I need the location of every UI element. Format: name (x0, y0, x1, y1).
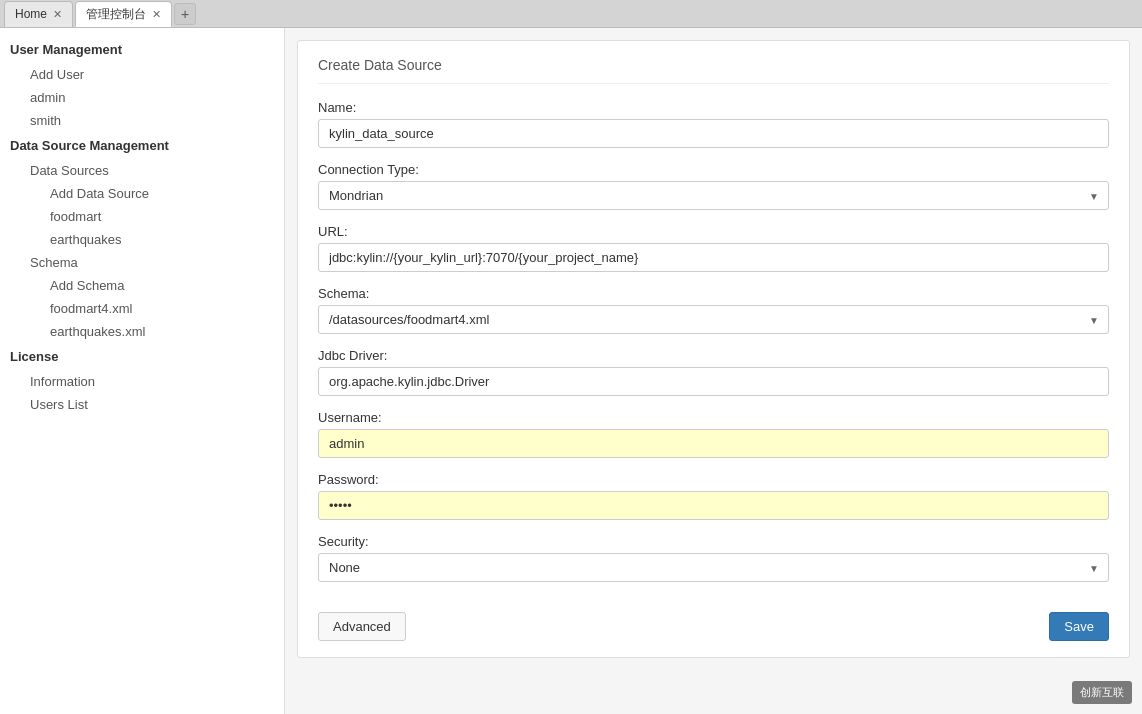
sidebar-item-earthquakes[interactable]: earthquakes (0, 228, 284, 251)
sidebar-item-foodmart4-xml[interactable]: foodmart4.xml (0, 297, 284, 320)
field-url-group: URL: (318, 224, 1109, 272)
name-input[interactable] (318, 119, 1109, 148)
sidebar-section-datasource: Data Source Management (0, 132, 284, 159)
sidebar-item-information[interactable]: Information (0, 370, 284, 393)
tab-home-close[interactable]: ✕ (53, 8, 62, 21)
field-schema-label: Schema: (318, 286, 1109, 301)
tab-home[interactable]: Home ✕ (4, 1, 73, 27)
sidebar-item-earthquakes-xml[interactable]: earthquakes.xml (0, 320, 284, 343)
field-url-label: URL: (318, 224, 1109, 239)
sidebar-item-admin[interactable]: admin (0, 86, 284, 109)
field-connection-type-group: Connection Type: Mondrian JDBC XMLA ▼ (318, 162, 1109, 210)
tab-console-label: 管理控制台 (86, 6, 146, 23)
sidebar-item-foodmart[interactable]: foodmart (0, 205, 284, 228)
field-security-label: Security: (318, 534, 1109, 549)
field-name-group: Name: (318, 100, 1109, 148)
watermark: 创新互联 (1072, 681, 1132, 704)
password-input[interactable] (318, 491, 1109, 520)
sidebar: User Management Add User admin smith Dat… (0, 28, 285, 714)
sidebar-item-users-list[interactable]: Users List (0, 393, 284, 416)
sidebar-item-data-sources[interactable]: Data Sources (0, 159, 284, 182)
jdbc-driver-input[interactable] (318, 367, 1109, 396)
sidebar-item-add-user[interactable]: Add User (0, 63, 284, 86)
username-input[interactable] (318, 429, 1109, 458)
field-password-group: Password: (318, 472, 1109, 520)
main-layout: User Management Add User admin smith Dat… (0, 28, 1142, 714)
advanced-button[interactable]: Advanced (318, 612, 406, 641)
field-jdbc-driver-label: Jdbc Driver: (318, 348, 1109, 363)
schema-select[interactable]: /datasources/foodmart4.xml /datasources/… (318, 305, 1109, 334)
field-username-label: Username: (318, 410, 1109, 425)
field-schema-group: Schema: /datasources/foodmart4.xml /data… (318, 286, 1109, 334)
field-connection-type-label: Connection Type: (318, 162, 1109, 177)
content-area: Create Data Source Name: Connection Type… (285, 28, 1142, 714)
connection-type-select[interactable]: Mondrian JDBC XMLA (318, 181, 1109, 210)
field-jdbc-driver-group: Jdbc Driver: (318, 348, 1109, 396)
field-name-label: Name: (318, 100, 1109, 115)
tab-console-close[interactable]: ✕ (152, 8, 161, 21)
tab-console[interactable]: 管理控制台 ✕ (75, 1, 172, 27)
security-select[interactable]: None SSL Kerberos (318, 553, 1109, 582)
connection-type-select-wrapper: Mondrian JDBC XMLA ▼ (318, 181, 1109, 210)
field-username-group: Username: (318, 410, 1109, 458)
sidebar-item-add-schema[interactable]: Add Schema (0, 274, 284, 297)
form-title: Create Data Source (318, 57, 1109, 84)
field-password-label: Password: (318, 472, 1109, 487)
create-datasource-panel: Create Data Source Name: Connection Type… (297, 40, 1130, 658)
url-input[interactable] (318, 243, 1109, 272)
tab-bar: Home ✕ 管理控制台 ✕ + (0, 0, 1142, 28)
sidebar-item-add-data-source[interactable]: Add Data Source (0, 182, 284, 205)
save-button[interactable]: Save (1049, 612, 1109, 641)
form-actions: Advanced Save (318, 602, 1109, 641)
tab-home-label: Home (15, 7, 47, 21)
schema-select-wrapper: /datasources/foodmart4.xml /datasources/… (318, 305, 1109, 334)
sidebar-section-license: License (0, 343, 284, 370)
tab-add-button[interactable]: + (174, 3, 196, 25)
field-security-group: Security: None SSL Kerberos ▼ (318, 534, 1109, 582)
security-select-wrapper: None SSL Kerberos ▼ (318, 553, 1109, 582)
sidebar-section-user-management: User Management (0, 36, 284, 63)
sidebar-item-smith[interactable]: smith (0, 109, 284, 132)
sidebar-item-schema[interactable]: Schema (0, 251, 284, 274)
